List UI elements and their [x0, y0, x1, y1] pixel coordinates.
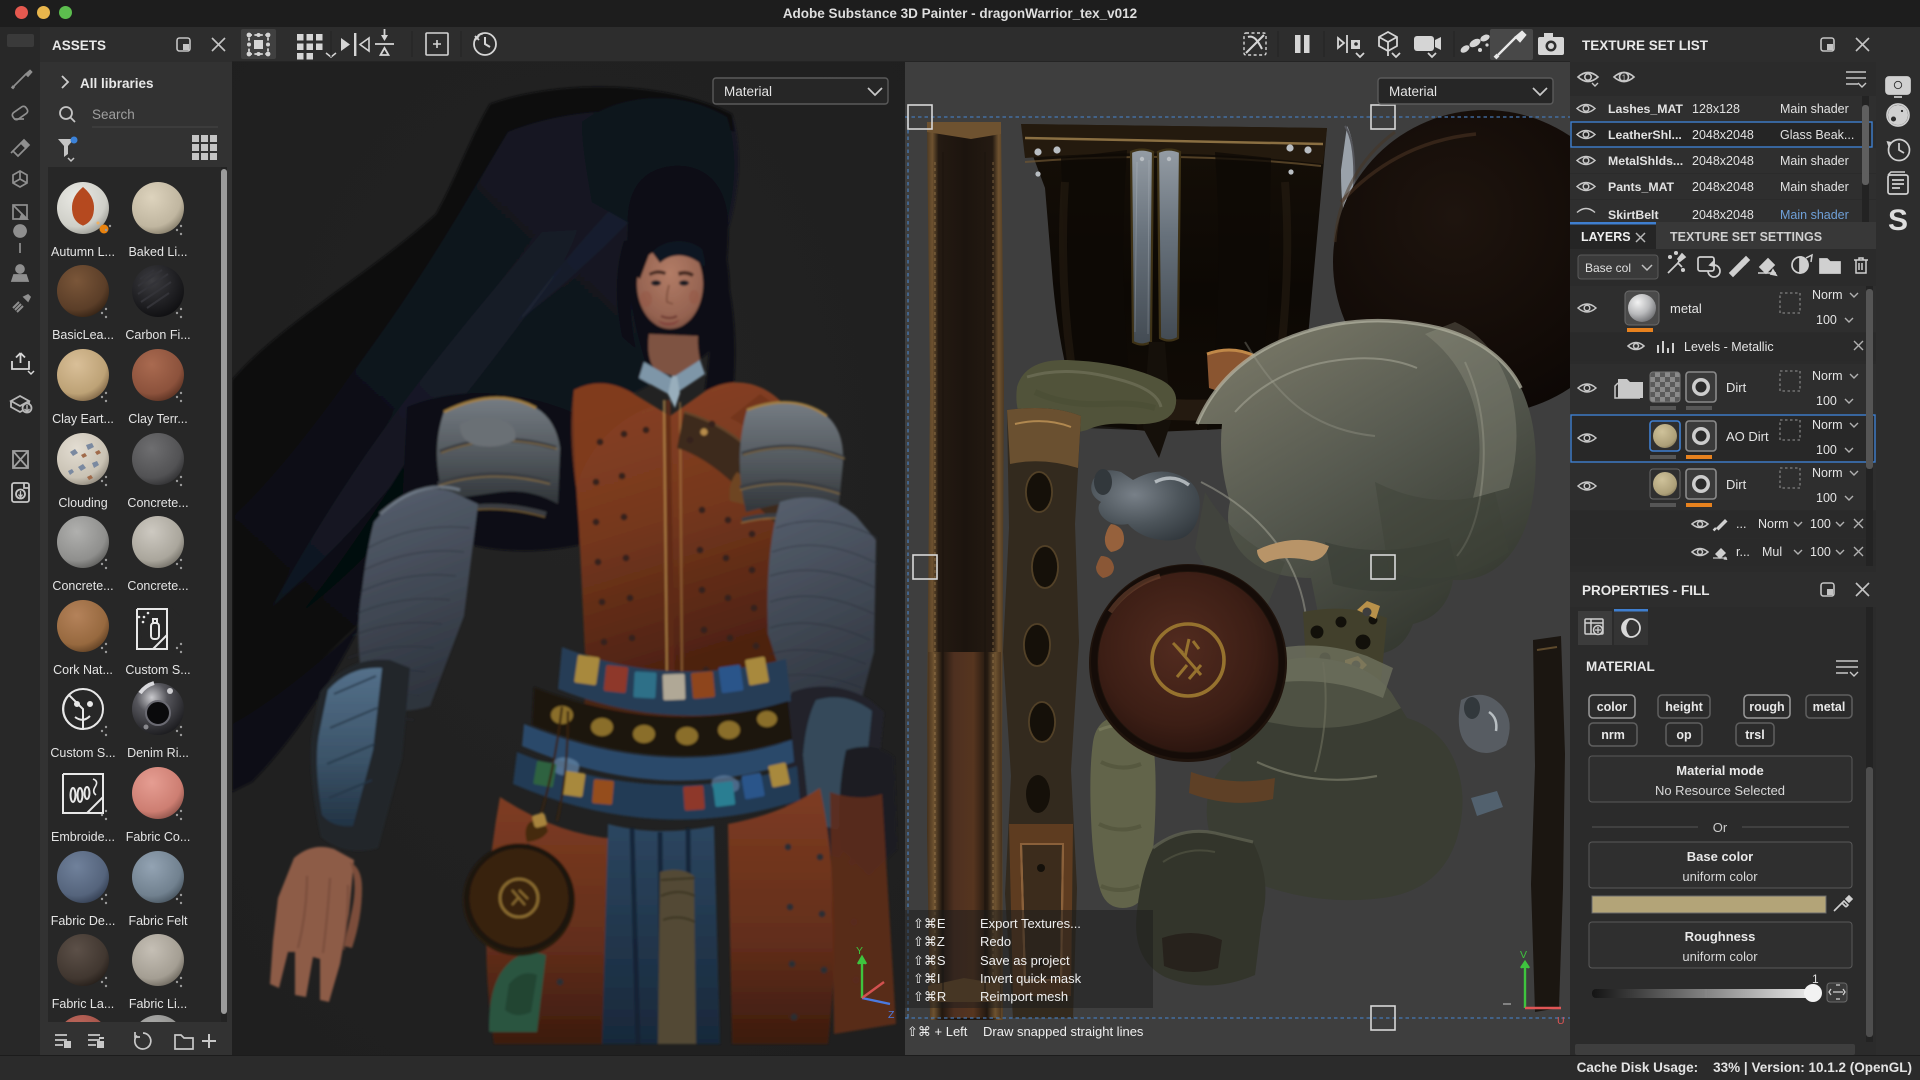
svg-text:Levels - Metallic: Levels - Metallic	[1684, 340, 1774, 354]
svg-text:rough: rough	[1749, 700, 1784, 714]
svg-text:Invert quick mask: Invert quick mask	[980, 971, 1082, 986]
svg-text:S: S	[1888, 204, 1908, 237]
svg-text:Draw snapped straight lines: Draw snapped straight lines	[983, 1024, 1144, 1039]
svg-text:metal: metal	[1813, 700, 1846, 714]
svg-text:⇧⌘Z: ⇧⌘Z	[913, 934, 945, 949]
svg-text:op: op	[1676, 728, 1692, 742]
svg-text:100: 100	[1810, 545, 1831, 559]
svg-text:Clay Eart...: Clay Eart...	[52, 412, 114, 426]
svg-text:Export Textures...: Export Textures...	[980, 916, 1081, 931]
svg-text:Carbon Fi...: Carbon Fi...	[125, 328, 190, 342]
svg-text:Norm: Norm	[1758, 517, 1789, 531]
svg-text:Pants_MAT: Pants_MAT	[1608, 180, 1675, 194]
svg-text:BasicLea...: BasicLea...	[52, 328, 114, 342]
svg-text:Dirt: Dirt	[1726, 380, 1747, 395]
svg-text:SkirtBelt: SkirtBelt	[1608, 208, 1659, 222]
svg-text:1: 1	[1812, 972, 1819, 986]
svg-text:Norm: Norm	[1812, 288, 1843, 302]
svg-text:Fabric Li...: Fabric Li...	[129, 997, 187, 1011]
svg-text:Main shader: Main shader	[1780, 102, 1849, 116]
svg-text:Material: Material	[724, 84, 772, 99]
svg-text:2048x2048: 2048x2048	[1692, 128, 1754, 142]
svg-text:128x128: 128x128	[1692, 102, 1740, 116]
svg-text:Y: Y	[856, 945, 863, 957]
svg-text:Fabric La...: Fabric La...	[52, 997, 115, 1011]
svg-text:metal: metal	[1670, 301, 1702, 316]
svg-text:Denim Ri...: Denim Ri...	[127, 746, 189, 760]
svg-text:Norm: Norm	[1812, 418, 1843, 432]
svg-text:Z: Z	[888, 1009, 895, 1021]
svg-text:MATERIAL: MATERIAL	[1586, 659, 1655, 674]
svg-text:Concrete...: Concrete...	[52, 579, 113, 593]
svg-text:Custom S...: Custom S...	[50, 746, 115, 760]
svg-text:Main shader: Main shader	[1780, 208, 1849, 222]
svg-text:uniform color: uniform color	[1682, 869, 1758, 884]
svg-text:Main shader: Main shader	[1780, 154, 1849, 168]
svg-text:Dirt: Dirt	[1726, 477, 1747, 492]
svg-text:Norm: Norm	[1812, 369, 1843, 383]
svg-text:100: 100	[1810, 517, 1831, 531]
svg-text:Material: Material	[1389, 84, 1437, 99]
svg-text:⇧⌘ + Left: ⇧⌘ + Left	[907, 1024, 968, 1039]
svg-text:Fabric De...: Fabric De...	[51, 914, 116, 928]
svg-text:100: 100	[1816, 313, 1837, 327]
svg-text:PROPERTIES - FILL: PROPERTIES - FILL	[1582, 583, 1710, 598]
svg-text:color: color	[1597, 700, 1628, 714]
svg-text:Concrete...: Concrete...	[127, 579, 188, 593]
svg-text:100: 100	[1816, 491, 1837, 505]
svg-text:MetalShlds...: MetalShlds...	[1608, 154, 1683, 168]
svg-text:2048x2048: 2048x2048	[1692, 208, 1754, 222]
svg-text:nrm: nrm	[1601, 728, 1625, 742]
svg-text:Redo: Redo	[980, 934, 1011, 949]
svg-text:AO Dirt: AO Dirt	[1726, 429, 1769, 444]
svg-text:...: ...	[1736, 517, 1746, 531]
svg-text:⇧⌘S: ⇧⌘S	[913, 953, 946, 968]
svg-text:Clouding: Clouding	[58, 496, 107, 510]
svg-text:Base col: Base col	[1585, 261, 1631, 275]
svg-text:Reimport mesh: Reimport mesh	[980, 989, 1068, 1004]
svg-text:uniform color: uniform color	[1682, 949, 1758, 964]
svg-text:Main shader: Main shader	[1780, 180, 1849, 194]
svg-text:Concrete...: Concrete...	[127, 496, 188, 510]
svg-text:Or: Or	[1713, 820, 1728, 835]
svg-text:Save as project: Save as project	[980, 953, 1070, 968]
svg-text:LeatherShl...: LeatherShl...	[1608, 128, 1682, 142]
svg-text:V: V	[1520, 949, 1527, 961]
svg-text:All libraries: All libraries	[80, 76, 154, 91]
svg-text:height: height	[1665, 700, 1703, 714]
svg-text:Search: Search	[92, 107, 135, 122]
svg-text:ASSETS: ASSETS	[52, 38, 106, 53]
svg-text:No Resource Selected: No Resource Selected	[1655, 783, 1785, 798]
svg-text:Glass Beak...: Glass Beak...	[1780, 128, 1854, 142]
svg-text:Norm: Norm	[1812, 466, 1843, 480]
svg-text:Mul: Mul	[1762, 545, 1782, 559]
svg-text:TEXTURE SET LIST: TEXTURE SET LIST	[1582, 38, 1709, 53]
svg-text:Fabric Co...: Fabric Co...	[126, 830, 191, 844]
svg-text:⇧⌘I: ⇧⌘I	[913, 971, 941, 986]
svg-text:Cork Nat...: Cork Nat...	[53, 663, 113, 677]
svg-text:100: 100	[1816, 443, 1837, 457]
svg-text:Base color: Base color	[1687, 849, 1753, 864]
svg-text:Custom S...: Custom S...	[125, 663, 190, 677]
svg-text:2048x2048: 2048x2048	[1692, 154, 1754, 168]
svg-text:Material mode: Material mode	[1676, 763, 1763, 778]
svg-text:⇧⌘E: ⇧⌘E	[913, 916, 946, 931]
svg-text:Roughness: Roughness	[1685, 929, 1756, 944]
svg-text:U: U	[1557, 1015, 1565, 1027]
svg-text:Lashes_MAT: Lashes_MAT	[1608, 102, 1683, 116]
svg-text:2048x2048: 2048x2048	[1692, 180, 1754, 194]
svg-text:1: 1	[1622, 74, 1627, 83]
svg-text:trsl: trsl	[1745, 728, 1764, 742]
svg-text:Fabric Felt: Fabric Felt	[128, 914, 188, 928]
svg-text:⇧⌘R: ⇧⌘R	[913, 989, 946, 1004]
svg-text:Embroide...: Embroide...	[51, 830, 115, 844]
svg-text:Autumn L...: Autumn L...	[51, 245, 115, 259]
svg-text:Clay Terr...: Clay Terr...	[128, 412, 188, 426]
svg-text:100: 100	[1816, 394, 1837, 408]
svg-text:TEXTURE SET SETTINGS: TEXTURE SET SETTINGS	[1670, 230, 1822, 244]
svg-text:Baked Li...: Baked Li...	[128, 245, 187, 259]
svg-text:LAYERS: LAYERS	[1581, 230, 1631, 244]
svg-text:r...: r...	[1736, 545, 1750, 559]
